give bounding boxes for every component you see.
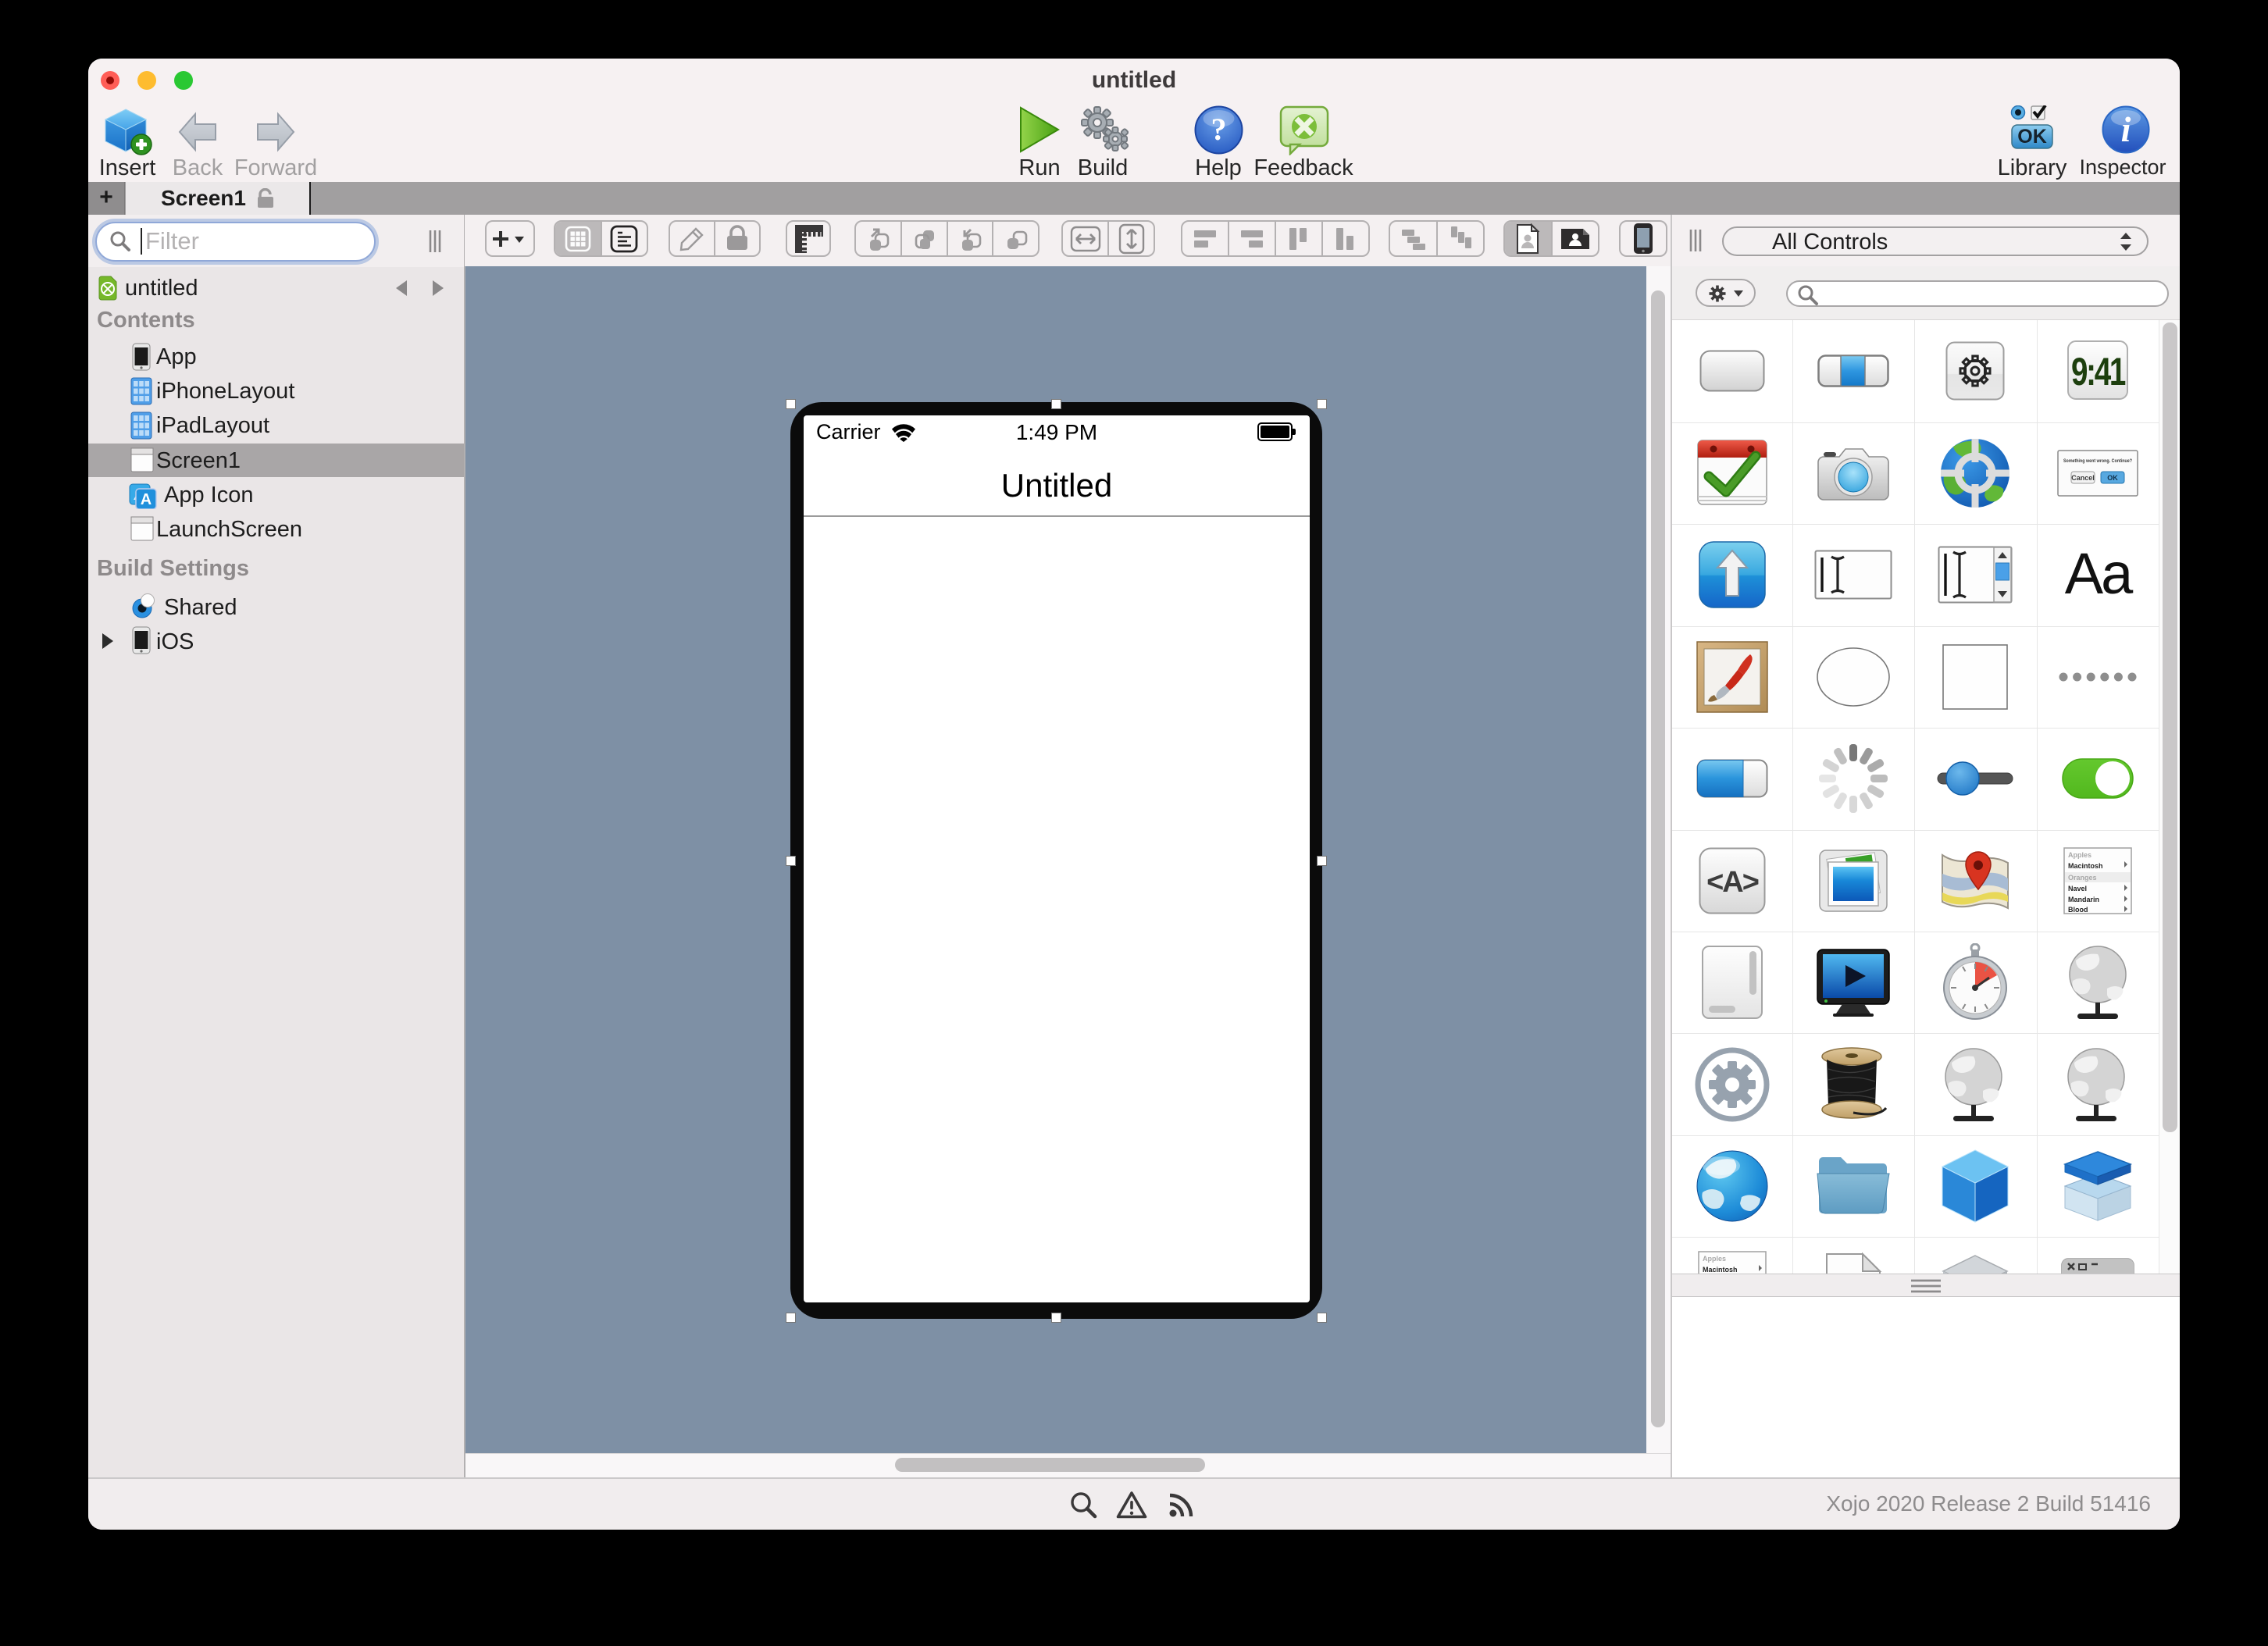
svg-text:<A>: <A> xyxy=(1706,866,1759,899)
svg-text:Navel: Navel xyxy=(2068,885,2087,892)
svg-text:Blood: Blood xyxy=(2068,906,2088,914)
svg-text:Apples: Apples xyxy=(2068,851,2091,859)
svg-text:OK: OK xyxy=(2107,474,2118,482)
svg-text:Mandarin: Mandarin xyxy=(2068,896,2099,903)
svg-text:Macintosh: Macintosh xyxy=(1703,1266,1738,1274)
svg-text:Aa: Aa xyxy=(2065,543,2134,606)
svg-text:Something went wrong. Continue: Something went wrong. Continue? xyxy=(2063,458,2132,464)
svg-text:A: A xyxy=(141,491,152,508)
svg-text:Apples: Apples xyxy=(1703,1255,1726,1263)
svg-text:Cancel: Cancel xyxy=(2071,474,2095,482)
svg-text:i: i xyxy=(2121,109,2131,149)
svg-text:?: ? xyxy=(1211,112,1227,147)
svg-text:Oranges: Oranges xyxy=(2068,874,2097,882)
svg-text:OK: OK xyxy=(2017,126,2047,148)
svg-text:Macintosh: Macintosh xyxy=(2068,862,2103,870)
svg-text:9:41: 9:41 xyxy=(2071,350,2126,394)
